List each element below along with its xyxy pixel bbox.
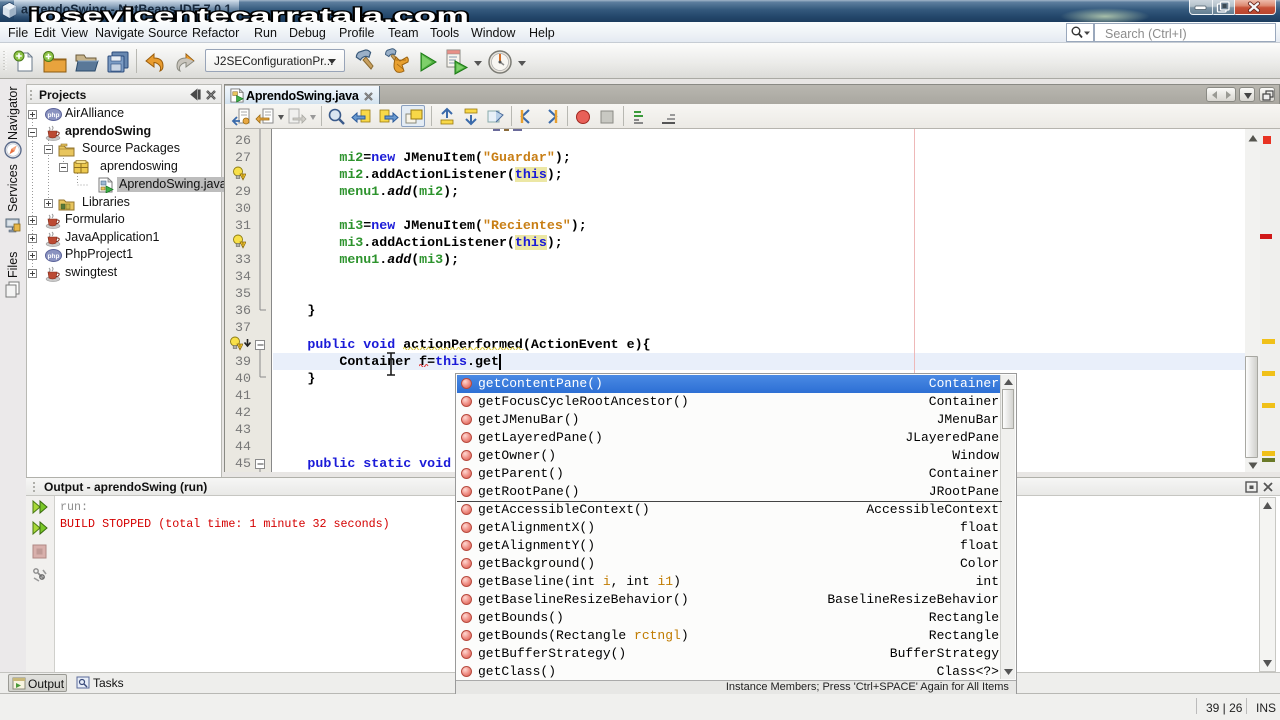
svg-text:Services: Services [6, 164, 20, 212]
svg-text:Navigator: Navigator [6, 87, 20, 141]
svg-text:Files: Files [6, 252, 20, 278]
svg-text:php: php [48, 112, 60, 119]
svg-text:php: php [48, 253, 60, 260]
